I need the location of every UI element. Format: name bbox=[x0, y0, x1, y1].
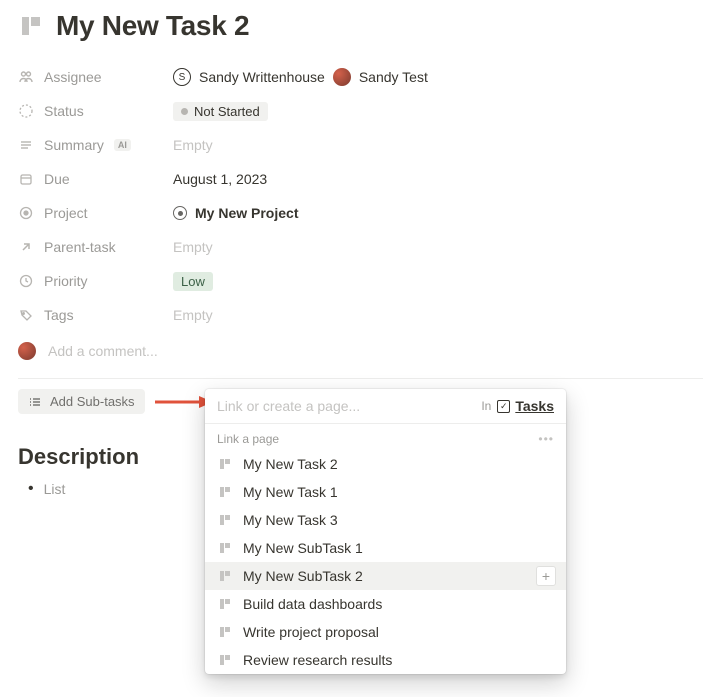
due-label: Due bbox=[44, 171, 70, 187]
page-icon bbox=[217, 456, 233, 472]
dropdown-item[interactable]: My New SubTask 2 bbox=[205, 562, 566, 590]
more-icon[interactable]: ••• bbox=[538, 432, 554, 446]
ai-badge: AI bbox=[114, 139, 131, 151]
priority-icon bbox=[18, 273, 34, 289]
page-icon bbox=[217, 568, 233, 584]
in-target[interactable]: Tasks bbox=[515, 398, 554, 414]
avatar-initial: S bbox=[173, 68, 191, 86]
page-icon bbox=[217, 596, 233, 612]
dropdown-item[interactable]: My New Task 3 bbox=[205, 506, 566, 534]
prop-assignee[interactable]: Assignee S Sandy Writtenhouse Sandy Test bbox=[18, 60, 703, 94]
checkbox-icon: ✓ bbox=[497, 400, 510, 413]
project-ring-icon bbox=[173, 206, 187, 220]
page-icon bbox=[217, 652, 233, 668]
link-section-label: Link a page bbox=[217, 432, 279, 446]
due-value: August 1, 2023 bbox=[173, 171, 267, 187]
comment-placeholder: Add a comment... bbox=[48, 343, 158, 359]
link-search-input[interactable]: Link or create a page... bbox=[217, 398, 481, 414]
parent-label: Parent-task bbox=[44, 239, 116, 255]
status-label: Status bbox=[44, 103, 84, 119]
page-title[interactable]: My New Task 2 bbox=[56, 10, 249, 42]
text-icon bbox=[18, 137, 34, 153]
dropdown-item[interactable]: Build data dashboards bbox=[205, 590, 566, 618]
dropdown-item-label: My New Task 3 bbox=[243, 512, 338, 528]
summary-value: Empty bbox=[173, 137, 213, 153]
tag-icon bbox=[18, 307, 34, 323]
page-icon bbox=[217, 624, 233, 640]
dropdown-item-label: My New SubTask 1 bbox=[243, 540, 363, 556]
page-icon bbox=[217, 540, 233, 556]
status-badge: Not Started bbox=[173, 102, 268, 121]
tags-label: Tags bbox=[44, 307, 74, 323]
status-icon bbox=[18, 103, 34, 119]
summary-label: Summary bbox=[44, 137, 104, 153]
prop-summary[interactable]: Summary AI Empty bbox=[18, 128, 703, 162]
dropdown-item-label: Build data dashboards bbox=[243, 596, 382, 612]
dropdown-item-label: My New SubTask 2 bbox=[243, 568, 363, 584]
prop-project[interactable]: Project My New Project bbox=[18, 196, 703, 230]
user-avatar bbox=[18, 342, 36, 360]
add-subtasks-button[interactable]: Add Sub-tasks bbox=[18, 389, 145, 414]
tags-value: Empty bbox=[173, 307, 213, 323]
arrow-annotation bbox=[153, 392, 213, 412]
link-page-dropdown: Link or create a page... In ✓ Tasks Link… bbox=[205, 389, 566, 674]
prop-parent[interactable]: Parent-task Empty bbox=[18, 230, 703, 264]
prop-status[interactable]: Status Not Started bbox=[18, 94, 703, 128]
priority-label: Priority bbox=[44, 273, 88, 289]
dropdown-item[interactable]: My New Task 2 bbox=[205, 450, 566, 478]
prop-due[interactable]: Due August 1, 2023 bbox=[18, 162, 703, 196]
dropdown-item[interactable]: Review research results bbox=[205, 646, 566, 674]
assignee-name-1: Sandy Writtenhouse bbox=[199, 69, 325, 85]
target-icon bbox=[18, 205, 34, 221]
page-icon bbox=[18, 13, 44, 39]
avatar bbox=[333, 68, 351, 86]
dropdown-item[interactable]: My New Task 1 bbox=[205, 478, 566, 506]
dropdown-item[interactable]: Write project proposal bbox=[205, 618, 566, 646]
dropdown-item-label: Review research results bbox=[243, 652, 392, 668]
dropdown-item-label: Write project proposal bbox=[243, 624, 379, 640]
parent-value: Empty bbox=[173, 239, 213, 255]
prop-priority[interactable]: Priority Low bbox=[18, 264, 703, 298]
page-icon bbox=[217, 512, 233, 528]
page-icon bbox=[217, 484, 233, 500]
priority-badge: Low bbox=[173, 272, 213, 291]
assignee-label: Assignee bbox=[44, 69, 102, 85]
dropdown-item[interactable]: My New SubTask 1 bbox=[205, 534, 566, 562]
people-icon bbox=[18, 69, 34, 85]
dropdown-item-label: My New Task 2 bbox=[243, 456, 338, 472]
prop-tags[interactable]: Tags Empty bbox=[18, 298, 703, 332]
project-label: Project bbox=[44, 205, 88, 221]
calendar-icon bbox=[18, 171, 34, 187]
project-value: My New Project bbox=[195, 205, 298, 221]
in-label: In bbox=[481, 399, 491, 413]
add-button[interactable] bbox=[536, 566, 556, 586]
arrow-up-right-icon bbox=[18, 239, 34, 255]
dropdown-item-label: My New Task 1 bbox=[243, 484, 338, 500]
comment-row[interactable]: Add a comment... bbox=[18, 334, 703, 368]
assignee-name-2: Sandy Test bbox=[359, 69, 428, 85]
